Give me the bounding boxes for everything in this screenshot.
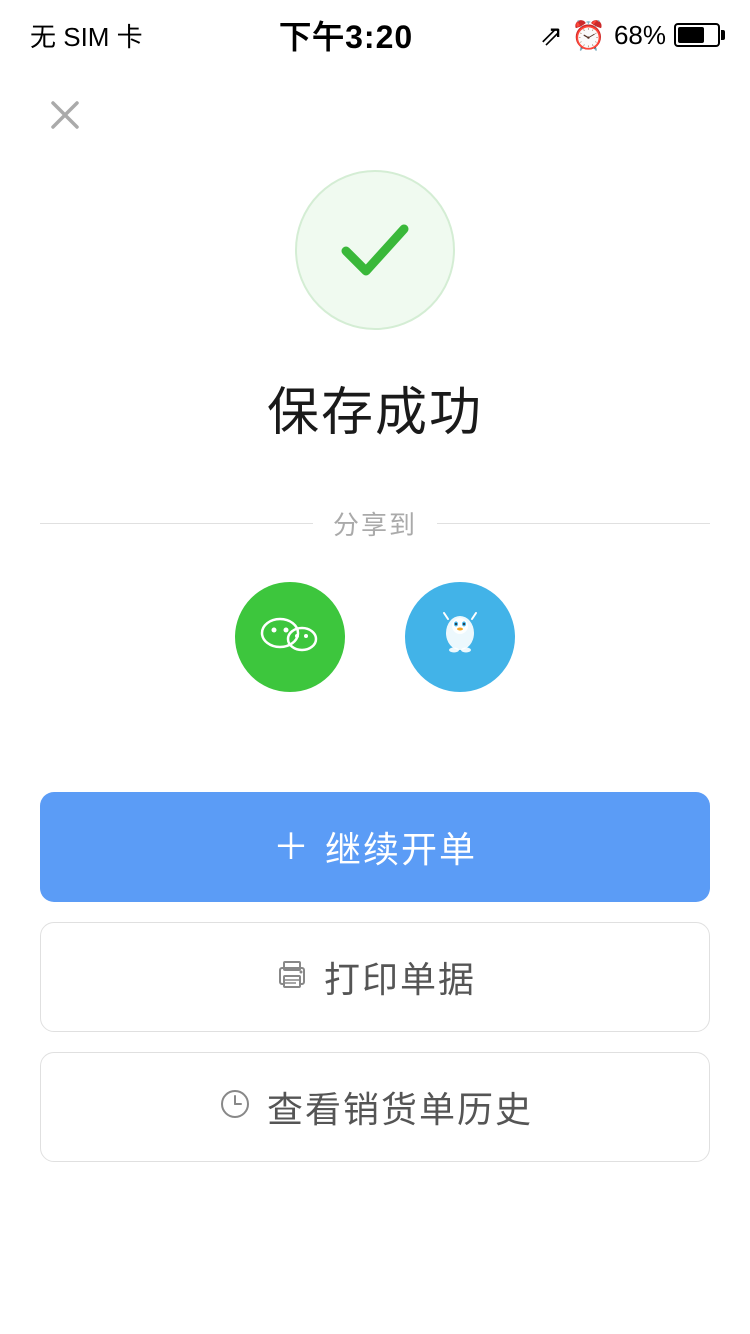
continue-button[interactable]: ＋ 继续开单 <box>40 792 710 902</box>
divider-line-left <box>40 523 313 524</box>
status-time: 下午3:20 <box>279 12 413 58</box>
status-left: 无 SIM 卡 <box>30 17 153 54</box>
print-button[interactable]: 打印单据 <box>40 922 710 1032</box>
success-title: 保存成功 <box>267 370 483 445</box>
plus-icon: ＋ <box>273 829 311 865</box>
close-row <box>40 70 710 170</box>
battery-percent: 68% <box>614 20 666 51</box>
continue-label: 继续开单 <box>325 821 477 873</box>
divider-line-right <box>437 523 710 524</box>
wechat-icon <box>256 603 324 671</box>
battery-fill <box>678 27 704 43</box>
history-icon <box>217 1086 253 1128</box>
qq-icon <box>426 603 494 671</box>
print-icon <box>274 956 310 998</box>
location-icon: ⇗ <box>540 19 563 52</box>
main-content: 保存成功 分享到 <box>0 70 750 1162</box>
carrier-text: 无 SIM 卡 <box>30 17 143 54</box>
history-button[interactable]: 查看销货单历史 <box>40 1052 710 1162</box>
close-icon <box>47 97 83 133</box>
alarm-icon: ⏰ <box>571 19 606 52</box>
print-label: 打印单据 <box>324 951 476 1003</box>
close-button[interactable] <box>40 90 90 140</box>
share-divider: 分享到 <box>40 505 710 542</box>
status-right: ⇗ ⏰ 68% <box>540 19 720 52</box>
share-section: 分享到 <box>40 505 710 752</box>
action-buttons: ＋ 继续开单 打印单据 <box>40 792 710 1162</box>
success-icon-wrap <box>295 170 455 330</box>
status-bar: 无 SIM 卡 下午3:20 ⇗ ⏰ 68% <box>0 0 750 70</box>
share-qq-button[interactable] <box>405 582 515 692</box>
check-icon <box>330 203 420 298</box>
share-wechat-button[interactable] <box>235 582 345 692</box>
share-icons <box>40 582 710 692</box>
share-label: 分享到 <box>333 505 417 542</box>
history-label: 查看销货单历史 <box>267 1081 533 1133</box>
battery-icon <box>674 23 720 47</box>
